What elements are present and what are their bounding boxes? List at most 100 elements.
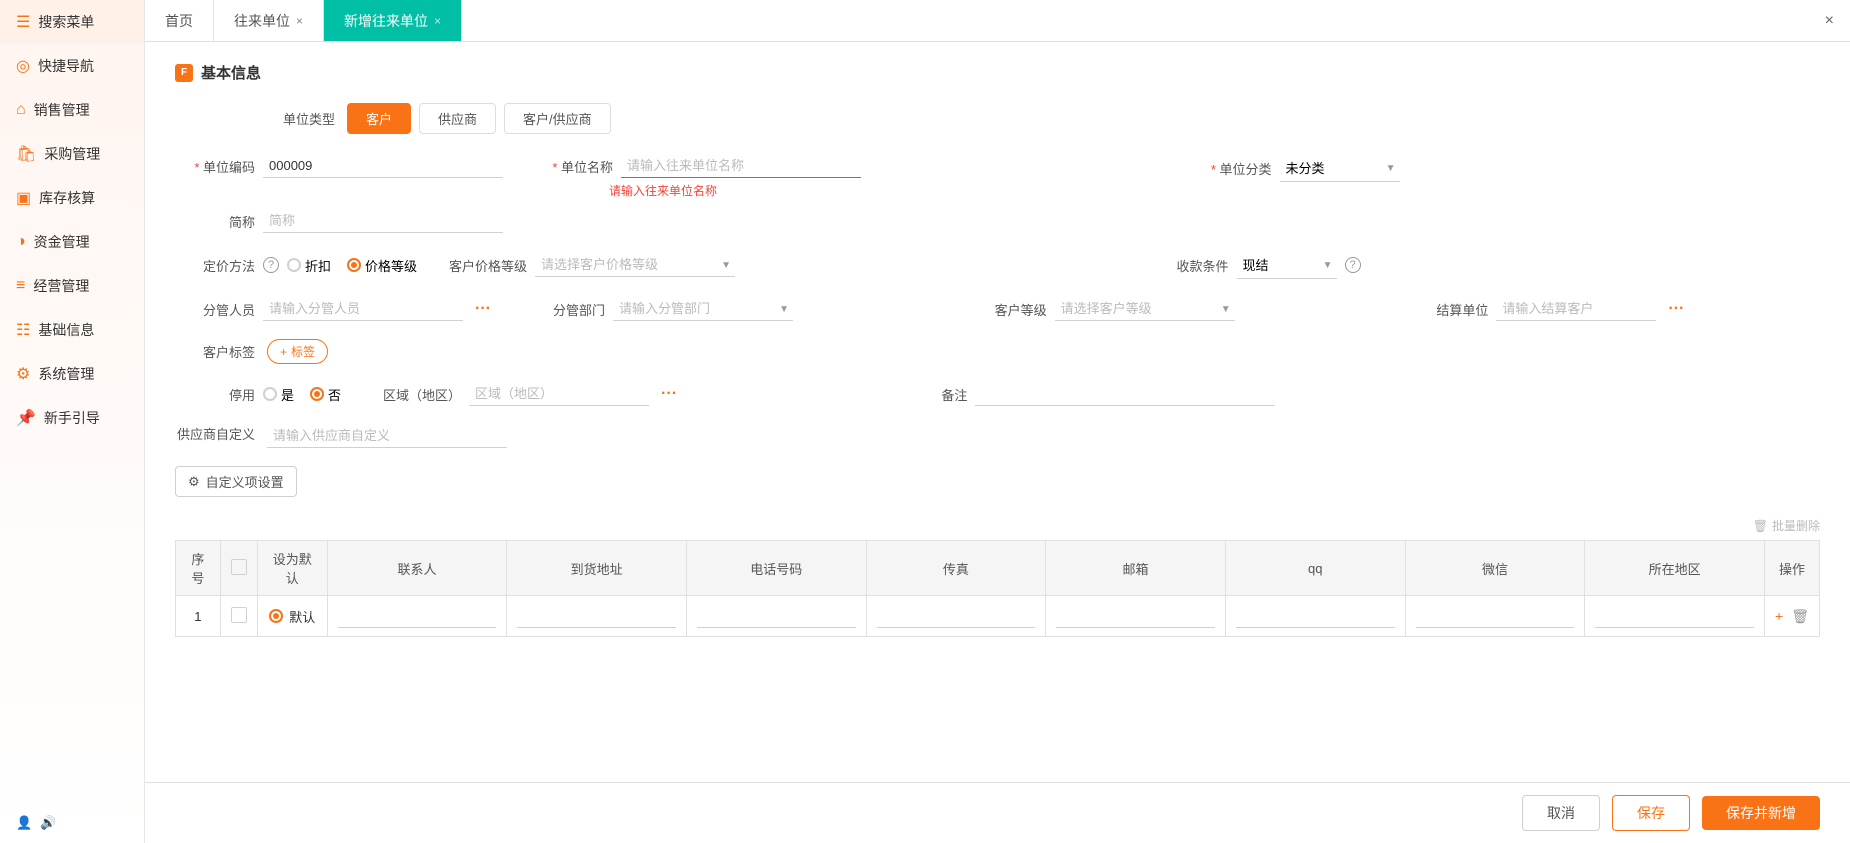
- batch-delete-label[interactable]: 批量删除: [1772, 517, 1820, 534]
- region-more-btn[interactable]: ···: [657, 385, 681, 403]
- department-select-wrapper[interactable]: ▼: [613, 297, 793, 321]
- sidebar-label-inventory: 库存核算: [39, 188, 95, 208]
- row-phone[interactable]: [686, 596, 866, 637]
- payment-terms-select-wrapper[interactable]: 现结 ▼: [1237, 251, 1337, 279]
- row-phone-input[interactable]: [697, 604, 856, 628]
- sidebar-item-inventory[interactable]: ▣ 库存核算: [0, 176, 144, 220]
- select-all-checkbox[interactable]: [231, 559, 247, 575]
- sidebar-label-search: 搜索菜单: [38, 12, 94, 32]
- supplier-custom-input[interactable]: [267, 424, 507, 448]
- save-button[interactable]: 保存: [1612, 795, 1690, 831]
- department-input[interactable]: [613, 297, 793, 321]
- remark-input[interactable]: [975, 382, 1275, 406]
- cancel-button[interactable]: 取消: [1522, 795, 1600, 831]
- unit-code-field: 单位编码: [175, 154, 503, 178]
- row-address[interactable]: [507, 596, 687, 637]
- sidebar-item-quicknav[interactable]: ◎ 快捷导航: [0, 44, 144, 88]
- pricing-help-icon[interactable]: ?: [263, 257, 279, 273]
- sidebar-item-basic[interactable]: ☷ 基础信息: [0, 308, 144, 352]
- settlement-input[interactable]: [1496, 297, 1656, 321]
- customer-level-select-wrapper[interactable]: ▼: [1055, 297, 1235, 321]
- row-fax[interactable]: [866, 596, 1046, 637]
- customer-level-input[interactable]: [1055, 297, 1235, 321]
- unit-btn-supplier[interactable]: 供应商: [419, 103, 496, 134]
- row-region-input[interactable]: [1595, 604, 1754, 628]
- sidebar-item-system[interactable]: ⚙ 系统管理: [0, 352, 144, 396]
- custom-settings-button[interactable]: ⚙ 自定义项设置: [175, 466, 297, 497]
- custom-settings-label: 自定义项设置: [206, 472, 284, 491]
- section-title: 基本信息: [201, 62, 261, 83]
- col-checkbox: [220, 541, 257, 596]
- unit-name-input[interactable]: [621, 154, 861, 178]
- unit-btn-both[interactable]: 客户/供应商: [504, 103, 611, 134]
- row-email-input[interactable]: [1056, 604, 1215, 628]
- short-name-input[interactable]: [263, 209, 503, 233]
- pricing-radio-price-level[interactable]: 价格等级: [347, 256, 417, 275]
- manager-input[interactable]: [263, 297, 463, 321]
- row-region[interactable]: [1585, 596, 1765, 637]
- row-wechat[interactable]: [1405, 596, 1585, 637]
- inventory-icon: ▣: [16, 188, 31, 208]
- remark-field: 备注: [887, 382, 1820, 406]
- manager-more-btn[interactable]: ···: [471, 300, 495, 318]
- row-default-label: 默认: [289, 607, 315, 626]
- row-qq-input[interactable]: [1236, 604, 1395, 628]
- col-fax: 传真: [866, 541, 1046, 596]
- customer-price-label: 客户价格等级: [447, 256, 527, 275]
- pricing-radio-discount[interactable]: 折扣: [287, 256, 331, 275]
- suspend-label: 停用: [175, 385, 255, 404]
- sidebar-bottom-user[interactable]: 👤 🔊: [0, 803, 144, 843]
- row-contact[interactable]: [327, 596, 507, 637]
- short-name-field: 简称: [175, 209, 503, 233]
- table-body: 1 默认: [176, 596, 1820, 637]
- sidebar-item-operations[interactable]: ≡ 经营管理: [0, 264, 144, 308]
- suspend-no[interactable]: 否: [310, 385, 341, 404]
- unit-category-select-wrapper[interactable]: 未分类 ▼: [1280, 154, 1400, 182]
- row-delete-btn[interactable]: 🗑: [1791, 608, 1809, 625]
- sidebar-label-finance: 资金管理: [34, 232, 90, 252]
- save-new-button[interactable]: 保存并新增: [1702, 796, 1820, 830]
- row-actions: + 🗑: [1775, 608, 1809, 625]
- tab-bar-close-all[interactable]: ×: [1809, 12, 1850, 30]
- tab-new-contact-close[interactable]: ×: [434, 14, 441, 28]
- add-tag-button[interactable]: + 标签: [267, 339, 328, 364]
- sidebar-item-search[interactable]: ☰ 搜索菜单: [0, 0, 144, 44]
- tab-contacts[interactable]: 往来单位 ×: [214, 0, 324, 41]
- sidebar-label-purchase: 采购管理: [44, 144, 100, 164]
- row-qq[interactable]: [1225, 596, 1405, 637]
- row-checkbox[interactable]: [231, 607, 247, 623]
- customer-level-label: 客户等级: [967, 300, 1047, 319]
- row-email[interactable]: [1046, 596, 1226, 637]
- settlement-more-btn[interactable]: ···: [1664, 300, 1688, 318]
- row-add-btn[interactable]: +: [1775, 608, 1783, 624]
- customer-price-select-wrapper[interactable]: ▼: [535, 253, 735, 277]
- unit-code-input[interactable]: [263, 154, 503, 178]
- operations-icon: ≡: [16, 277, 25, 295]
- customer-level-field: 客户等级 ▼: [967, 297, 1379, 321]
- row-fax-input[interactable]: [877, 604, 1036, 628]
- sidebar-label-guide: 新手引导: [44, 408, 100, 428]
- suspend-yes[interactable]: 是: [263, 385, 294, 404]
- row-address-input[interactable]: [517, 604, 676, 628]
- unit-btn-customer[interactable]: 客户: [347, 103, 411, 134]
- sidebar-item-guide[interactable]: 📌 新手引导: [0, 396, 144, 440]
- row-actions-cell: + 🗑: [1765, 596, 1820, 637]
- region-input[interactable]: [469, 382, 649, 406]
- sidebar-item-purchase[interactable]: 🛍 采购管理: [0, 132, 144, 176]
- section-header: F 基本信息: [175, 62, 1820, 83]
- tab-new-contact[interactable]: 新增往来单位 ×: [324, 0, 462, 41]
- row-wechat-input[interactable]: [1416, 604, 1575, 628]
- unit-category-field: 单位分类 未分类 ▼: [1192, 154, 1821, 182]
- radio-price-level-circle: [347, 258, 361, 272]
- payment-terms-help-icon[interactable]: ?: [1345, 257, 1361, 273]
- manager-field: 分管人员 ···: [175, 297, 495, 321]
- suspend-row: 停用 是 否 区域（地区） ···: [175, 382, 1820, 406]
- customer-price-input[interactable]: [535, 253, 735, 277]
- tab-contacts-close[interactable]: ×: [296, 14, 303, 28]
- sidebar-item-sales[interactable]: ⌂ 销售管理: [0, 88, 144, 132]
- row-default-radio[interactable]: [269, 609, 283, 623]
- tab-home[interactable]: 首页: [145, 0, 214, 41]
- suspend-yes-circle: [263, 387, 277, 401]
- sidebar-item-finance[interactable]: ◑ 资金管理: [0, 220, 144, 264]
- row-contact-input[interactable]: [338, 604, 497, 628]
